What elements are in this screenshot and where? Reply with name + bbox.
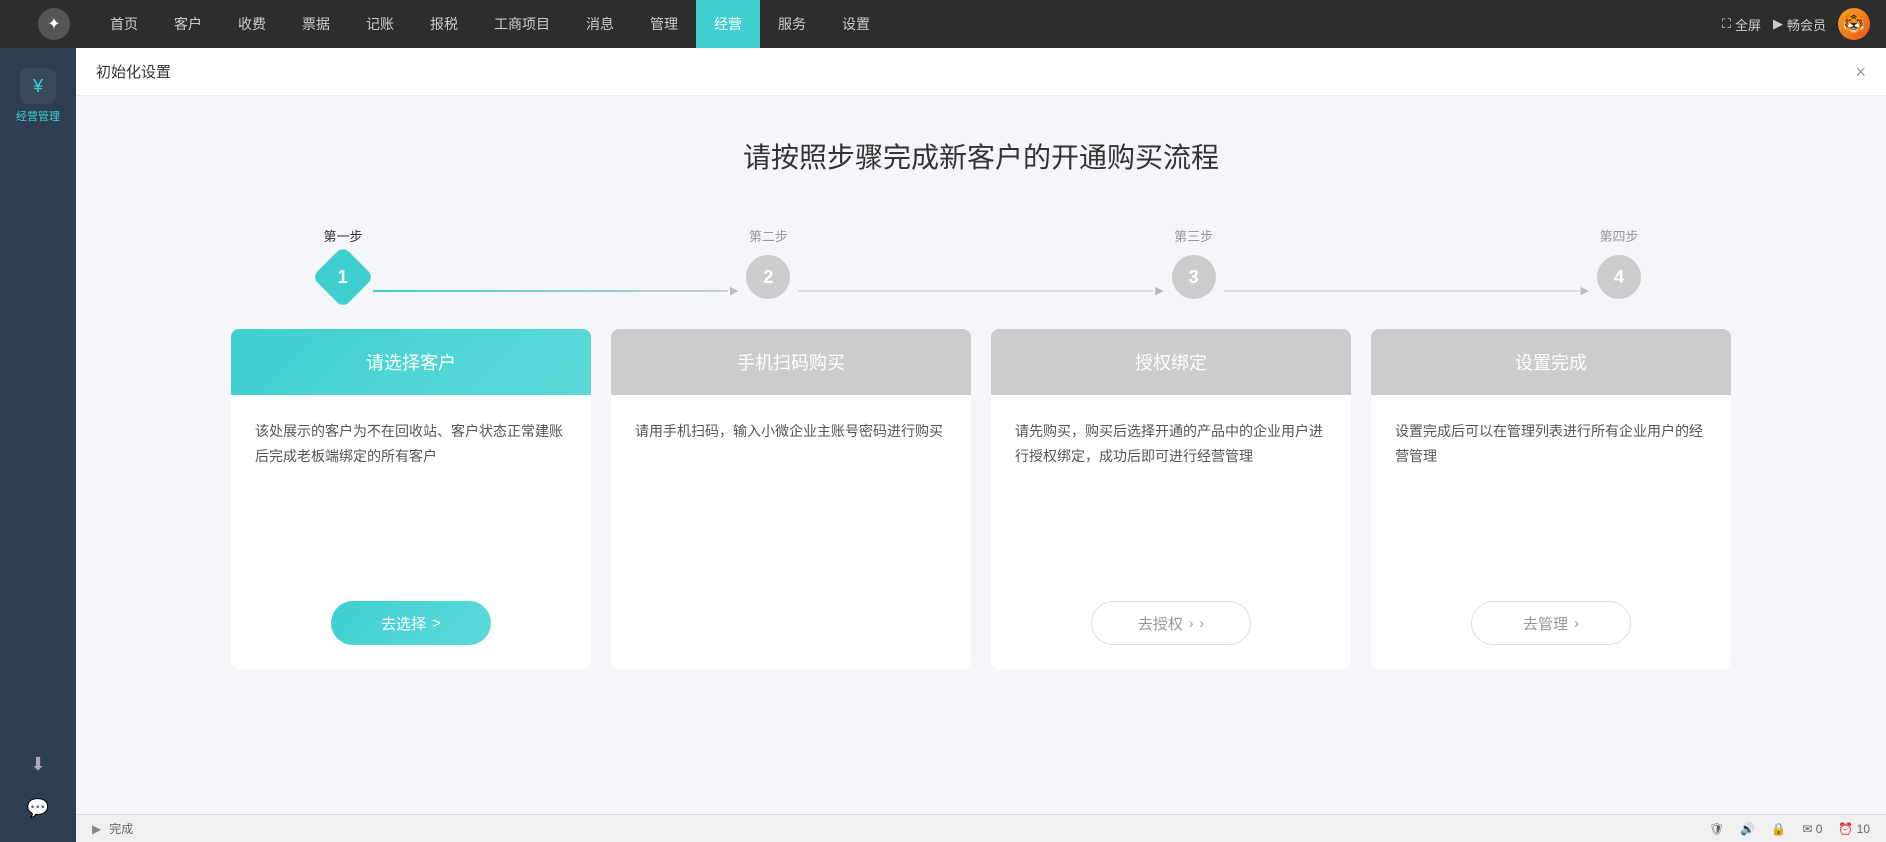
step2-circle: 2	[746, 255, 790, 299]
fullscreen-icon: ⛶	[1722, 16, 1731, 32]
sound-icon: 🔊	[1740, 822, 1755, 836]
nav-item-首页[interactable]: 首页	[92, 0, 156, 48]
message-count: ✉ 0	[1802, 822, 1822, 836]
step1-number: 1	[338, 266, 348, 287]
card4-btn[interactable]: 去管理 ›	[1471, 601, 1631, 645]
card4-btn-label: 去管理	[1523, 613, 1568, 634]
step-2: 第二步 2	[746, 226, 790, 299]
card-1: 请选择客户 该处展示的客户为不在回收站、客户状态正常建账后完成老板端绑定的所有客…	[231, 329, 591, 669]
card-2: 手机扫码购买 请用手机扫码，输入小微企业主账号密码进行购买	[611, 329, 971, 669]
step-1: 第一步 1	[321, 226, 365, 299]
page-title: 初始化设置	[96, 61, 171, 82]
card2-header: 手机扫码购买	[611, 329, 971, 395]
card1-title: 请选择客户	[366, 353, 456, 373]
step1-circle: 1	[312, 246, 374, 308]
step2-number: 2	[763, 267, 773, 288]
sidebar: ¥ 经营管理 ⬇ 💬	[0, 48, 76, 842]
card1-footer: 去选择 >	[231, 585, 591, 669]
sidebar-label: 经营管理	[16, 108, 60, 124]
card2-title: 手机扫码购买	[737, 353, 845, 373]
fullscreen-btn[interactable]: ⛶ 全屏	[1722, 15, 1761, 34]
connector-3-4: ▶	[1224, 284, 1589, 299]
close-button[interactable]: ×	[1855, 63, 1866, 81]
card1-body-text: 该处展示的客户为不在回收站、客户状态正常建账后完成老板端绑定的所有客户	[255, 423, 563, 464]
time-icon: ⏰ 10	[1838, 822, 1870, 836]
vip-btn[interactable]: ▶ 畅会员	[1773, 15, 1826, 34]
support-icon[interactable]: 💬	[20, 790, 56, 826]
card3-title: 授权绑定	[1135, 353, 1207, 373]
play-icon-status: ▶	[92, 822, 101, 836]
download-icon[interactable]: ⬇	[20, 746, 56, 782]
nav-item-经营[interactable]: 经营	[696, 0, 760, 48]
step-4: 第四步 4	[1597, 226, 1641, 299]
card-3: 授权绑定 请先购买，购买后选择开通的产品中的企业用户进行授权绑定，成功后即可进行…	[991, 329, 1351, 669]
card4-body: 设置完成后可以在管理列表进行所有企业用户的经营管理	[1371, 395, 1731, 585]
sidebar-item-jingying[interactable]: ¥ 经营管理	[0, 56, 76, 136]
step3-circle: 3	[1172, 255, 1216, 299]
card1-body: 该处展示的客户为不在回收站、客户状态正常建账后完成老板端绑定的所有客户	[231, 395, 591, 585]
card-4: 设置完成 设置完成后可以在管理列表进行所有企业用户的经营管理 去管理 ›	[1371, 329, 1731, 669]
card1-header: 请选择客户	[231, 329, 591, 395]
nav-right: ⛶ 全屏 ▶ 畅会员 🐯	[1722, 8, 1886, 40]
nav-item-工商项目[interactable]: 工商项目	[476, 0, 568, 48]
sidebar-bottom: ⬇ 💬	[20, 746, 56, 842]
nav-item-管理[interactable]: 管理	[632, 0, 696, 48]
card3-header: 授权绑定	[991, 329, 1351, 395]
card4-body-text: 设置完成后可以在管理列表进行所有企业用户的经营管理	[1395, 423, 1703, 464]
card2-footer	[611, 585, 971, 669]
top-navigation: ✦ 首页客户收费票据记账报税工商项目消息管理经营服务设置 ⛶ 全屏 ▶ 畅会员 …	[0, 0, 1886, 48]
nav-item-收费[interactable]: 收费	[220, 0, 284, 48]
card4-title: 设置完成	[1515, 353, 1587, 373]
step4-circle: 4	[1597, 255, 1641, 299]
fullscreen-label: 全屏	[1735, 15, 1761, 34]
card3-btn[interactable]: 去授权 › ›	[1091, 601, 1251, 645]
main-layout: ¥ 经营管理 ⬇ 💬 初始化设置 × 请按照步骤完成新客户的开通购买流程 第一步	[0, 48, 1886, 842]
card3-btn-label: 去授权	[1138, 613, 1183, 634]
nav-items: 首页客户收费票据记账报税工商项目消息管理经营服务设置	[92, 0, 1722, 48]
connector-2-3: ▶	[798, 284, 1163, 299]
shield-icon: 🛡	[1709, 822, 1724, 836]
card3-body-text: 请先购买，购买后选择开通的产品中的企业用户进行授权绑定，成功后即可进行经营管理	[1015, 423, 1323, 464]
nav-item-报税[interactable]: 报税	[412, 0, 476, 48]
card1-btn-label: 去选择	[381, 613, 426, 634]
setup-heading: 请按照步骤完成新客户的开通购买流程	[136, 136, 1826, 176]
step-3: 第三步 3	[1172, 226, 1216, 299]
card1-btn-arrow: >	[432, 615, 441, 632]
card1-btn[interactable]: 去选择 >	[331, 601, 491, 645]
card4-btn-arrow: ›	[1574, 615, 1579, 632]
nav-item-客户[interactable]: 客户	[156, 0, 220, 48]
card4-footer: 去管理 ›	[1371, 585, 1731, 669]
step1-label: 第一步	[323, 226, 362, 245]
lock-icon: 🔒	[1771, 822, 1786, 836]
page-header: 初始化设置 ×	[76, 48, 1886, 96]
avatar[interactable]: 🐯	[1838, 8, 1870, 40]
step4-label: 第四步	[1599, 226, 1638, 245]
sidebar-icon-jingying: ¥	[20, 68, 56, 104]
card2-body: 请用手机扫码，输入小微企业主账号密码进行购买	[611, 395, 971, 585]
status-bar-right: 🛡 🔊 🔒 ✉ 0 ⏰ 10	[1709, 822, 1870, 836]
nav-item-服务[interactable]: 服务	[760, 0, 824, 48]
card2-body-text: 请用手机扫码，输入小微企业主账号密码进行购买	[635, 423, 943, 439]
nav-item-票据[interactable]: 票据	[284, 0, 348, 48]
status-label: 完成	[109, 820, 133, 837]
play-icon: ▶	[1773, 16, 1783, 32]
step4-number: 4	[1614, 267, 1624, 288]
vip-label: 畅会员	[1787, 15, 1826, 34]
card3-body: 请先购买，购买后选择开通的产品中的企业用户进行授权绑定，成功后即可进行经营管理	[991, 395, 1351, 585]
nav-item-记账[interactable]: 记账	[348, 0, 412, 48]
nav-item-消息[interactable]: 消息	[568, 0, 632, 48]
step3-label: 第三步	[1174, 226, 1213, 245]
step3-number: 3	[1189, 267, 1199, 288]
connector-1-2: ▶	[373, 284, 738, 299]
logo-icon: ✦	[38, 8, 70, 40]
card4-header: 设置完成	[1371, 329, 1731, 395]
step2-label: 第二步	[749, 226, 788, 245]
cards-row: 请选择客户 该处展示的客户为不在回收站、客户状态正常建账后完成老板端绑定的所有客…	[231, 329, 1731, 669]
content-area: 初始化设置 × 请按照步骤完成新客户的开通购买流程 第一步 1 ▶	[76, 48, 1886, 842]
status-bar: ▶ 完成 🛡 🔊 🔒 ✉ 0 ⏰ 10	[76, 814, 1886, 842]
nav-item-设置[interactable]: 设置	[824, 0, 888, 48]
card3-footer: 去授权 › ›	[991, 585, 1351, 669]
logo-area: ✦	[16, 8, 92, 40]
setup-page: 请按照步骤完成新客户的开通购买流程 第一步 1 ▶ 第二步	[76, 96, 1886, 814]
